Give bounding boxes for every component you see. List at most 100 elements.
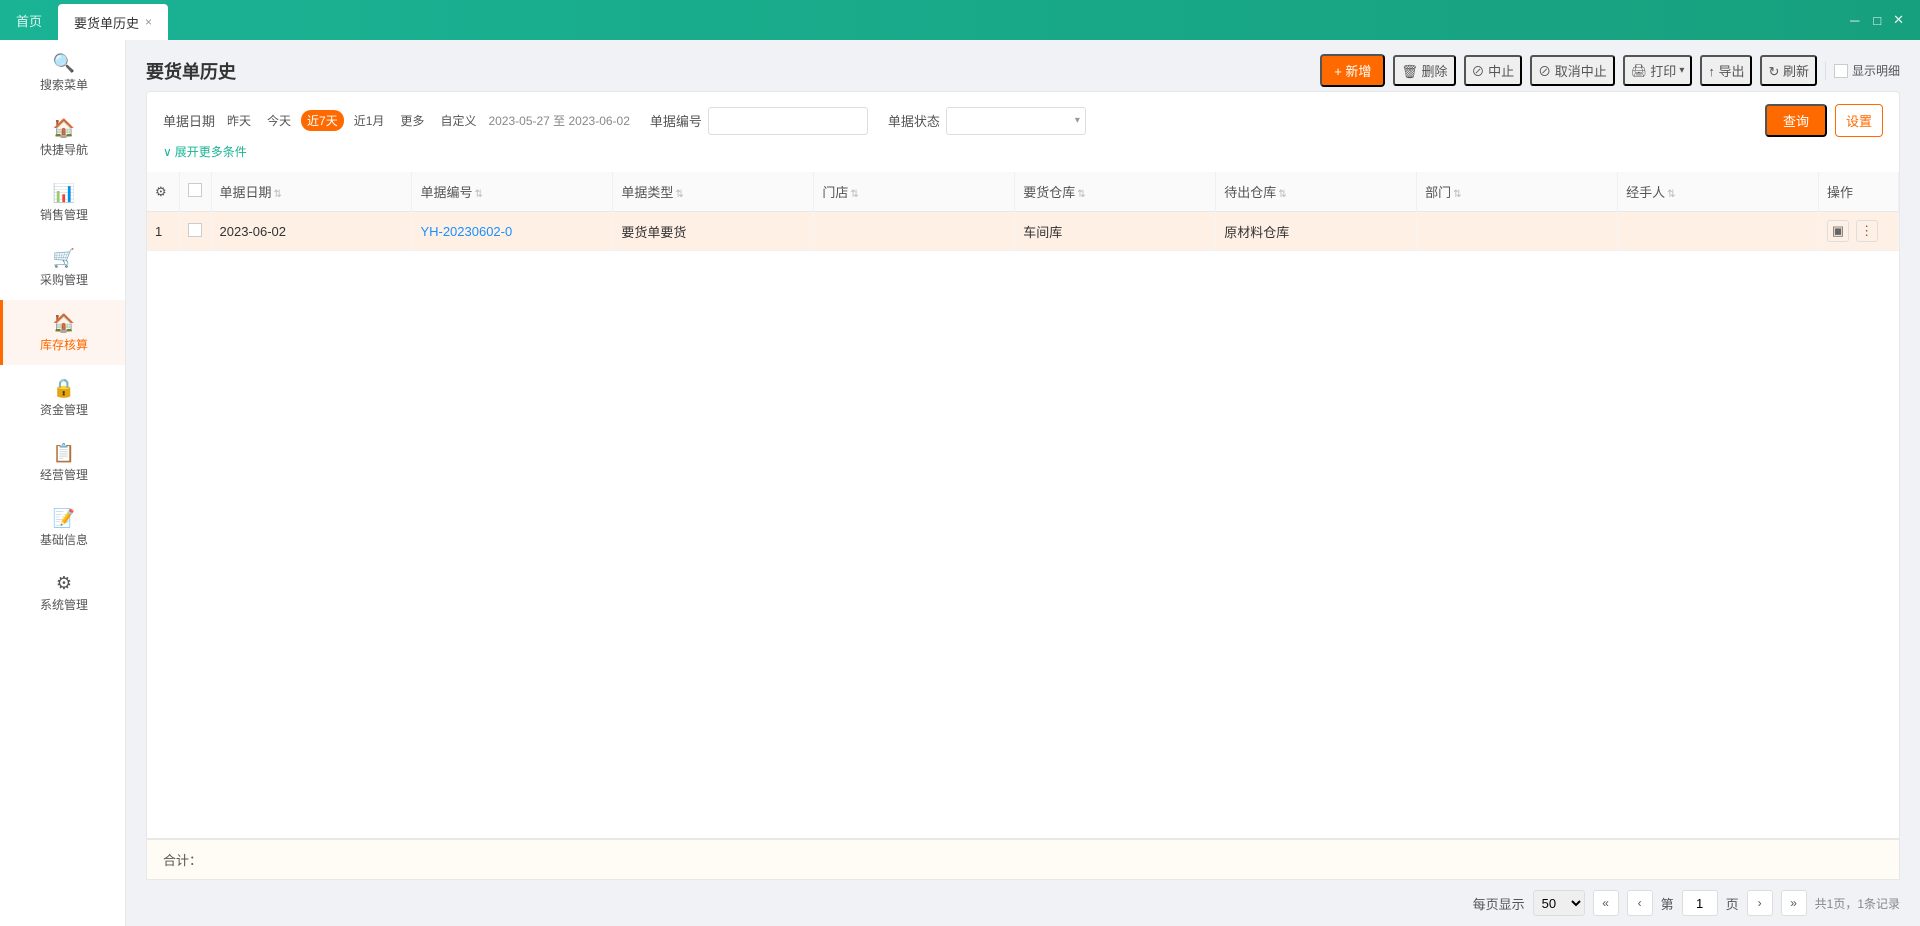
cancel-stop-button[interactable]: ⊘ 取消中止 — [1530, 55, 1615, 86]
display-detail-toggle[interactable]: 显示明细 — [1834, 62, 1900, 79]
col-order-no[interactable]: 单据编号⇅ — [412, 172, 613, 212]
date-btn-1month[interactable]: 近1月 — [348, 110, 391, 131]
date-btn-yesterday[interactable]: 昨天 — [221, 110, 257, 131]
select-all-checkbox[interactable] — [188, 183, 202, 197]
order-no-label: 单据编号 — [650, 111, 702, 130]
row-view-btn[interactable]: ▣ — [1827, 220, 1849, 242]
page-size-select[interactable]: 50 10 20 100 — [1533, 890, 1585, 916]
sidebar-item-inventory[interactable]: 🏠 库存核算 — [0, 300, 125, 365]
inventory-icon: 🏠 — [53, 314, 75, 332]
maximize-btn[interactable]: □ — [1873, 13, 1881, 28]
main-layout: 🔍 搜索菜单 🏠 快捷导航 📊 销售管理 🛒 采购管理 🏠 库存核算 🔒 资金管… — [0, 40, 1920, 926]
print-icon: 🖨 — [1631, 63, 1648, 79]
row-order-no: YH-20230602-0 — [412, 212, 613, 251]
table-container: ⚙ 单据日期⇅ 单据编号⇅ 单据类型⇅ 门店⇅ 要货仓库⇅ 待出仓库⇅ 部门⇅ … — [146, 172, 1900, 839]
sidebar-item-ops-mgmt[interactable]: 📋 经营管理 — [0, 430, 125, 495]
table-summary: 合计： — [146, 839, 1900, 880]
col-handler[interactable]: 经手人⇅ — [1618, 172, 1819, 212]
export-button[interactable]: ↑ 导出 — [1700, 55, 1752, 86]
page-number-input[interactable] — [1682, 890, 1718, 916]
minimize-btn[interactable]: － — [1848, 11, 1861, 30]
ops-icon: 📋 — [53, 444, 75, 462]
sidebar-item-quick-nav[interactable]: 🏠 快捷导航 — [0, 105, 125, 170]
delete-button[interactable]: 🗑 删除 — [1393, 55, 1455, 86]
col-checkbox[interactable] — [179, 172, 211, 212]
row-checkbox-cell[interactable] — [179, 212, 211, 251]
sidebar-item-sales-mgmt[interactable]: 📊 销售管理 — [0, 170, 125, 235]
col-order-type[interactable]: 单据类型⇅ — [613, 172, 814, 212]
refresh-button[interactable]: ↻ 刷新 — [1760, 55, 1817, 86]
date-btn-custom[interactable]: 自定义 — [434, 110, 482, 131]
col-dept[interactable]: 部门⇅ — [1417, 172, 1618, 212]
sidebar-item-basic-info[interactable]: 📝 基础信息 — [0, 495, 125, 560]
expand-more-btn[interactable]: ∨ 展开更多条件 — [163, 137, 1883, 160]
tab-home[interactable]: 首页 — [0, 0, 58, 40]
search-menu-icon: 🔍 — [53, 54, 75, 72]
display-detail-checkbox[interactable] — [1834, 64, 1848, 78]
sort-pendwh-icon: ⇅ — [1278, 189, 1286, 200]
row-order-type: 要货单要货 — [613, 212, 814, 251]
date-range-display: 2023-05-27 至 2023-06-02 — [488, 112, 629, 129]
row-pend-warehouse: 原材料仓库 — [1216, 212, 1417, 251]
asset-icon: 🔒 — [53, 379, 75, 397]
per-page-label: 每页显示 — [1473, 894, 1525, 913]
sidebar-sys-label: 系统管理 — [40, 596, 88, 613]
settings-button[interactable]: 设置 — [1835, 104, 1883, 137]
table-settings-icon[interactable]: ⚙ — [155, 184, 167, 199]
query-button[interactable]: 查询 — [1765, 104, 1827, 137]
last-page-btn[interactable]: » — [1781, 890, 1807, 916]
order-status-filter-group: 单据状态 ▾ — [888, 107, 1086, 135]
print-button[interactable]: 🖨 打印 ▾ — [1623, 55, 1693, 86]
date-filter-label: 单据日期 — [163, 111, 215, 130]
order-status-select[interactable] — [946, 107, 1086, 135]
sidebar-inventory-label: 库存核算 — [40, 336, 88, 353]
col-settings[interactable]: ⚙ — [147, 172, 179, 212]
sidebar-purchase-label: 采购管理 — [40, 271, 88, 288]
sidebar-search-menu-label: 搜索菜单 — [40, 76, 88, 93]
sidebar-sales-label: 销售管理 — [40, 206, 88, 223]
row-dept — [1417, 212, 1618, 251]
display-detail-label: 显示明细 — [1852, 62, 1900, 79]
close-tab-icon[interactable]: × — [145, 15, 152, 29]
row-more-btn[interactable]: ⋮ — [1856, 220, 1878, 242]
col-store[interactable]: 门店⇅ — [814, 172, 1015, 212]
order-status-select-wrapper: ▾ — [946, 107, 1086, 135]
filter-bar: 单据日期 昨天 今天 近7天 近1月 更多 自定义 2023-05-27 至 2… — [146, 91, 1900, 172]
date-filter-group: 单据日期 昨天 今天 近7天 近1月 更多 自定义 2023-05-27 至 2… — [163, 110, 630, 131]
first-page-btn[interactable]: « — [1593, 890, 1619, 916]
row-req-warehouse: 车间库 — [1015, 212, 1216, 251]
table-body: 1 2023-06-02 YH-20230602-0 要货单要货 车间库 原材料… — [147, 212, 1899, 251]
col-req-warehouse[interactable]: 要货仓库⇅ — [1015, 172, 1216, 212]
row-num: 1 — [147, 212, 179, 251]
content-area: 要货单历史 + 新增 🗑 删除 ⊘ 中止 ⊘ 取消中止 🖨 打印 ▾ ↑ 导出 … — [126, 40, 1920, 926]
order-no-link[interactable]: YH-20230602-0 — [420, 224, 512, 239]
print-dropdown-icon: ▾ — [1679, 65, 1684, 76]
sidebar-item-asset-mgmt[interactable]: 🔒 资金管理 — [0, 365, 125, 430]
sidebar-basic-label: 基础信息 — [40, 531, 88, 548]
sort-reqwh-icon: ⇅ — [1077, 189, 1085, 200]
date-btn-7days[interactable]: 近7天 — [301, 110, 344, 131]
sales-icon: 📊 — [53, 184, 75, 202]
sidebar-item-search-menu[interactable]: 🔍 搜索菜单 — [0, 40, 125, 105]
stop-button[interactable]: ⊘ 中止 — [1464, 55, 1523, 86]
date-btn-more[interactable]: 更多 — [394, 110, 430, 131]
toolbar: + 新增 🗑 删除 ⊘ 中止 ⊘ 取消中止 🖨 打印 ▾ ↑ 导出 ↻ 刷新 显… — [1320, 54, 1900, 87]
sidebar: 🔍 搜索菜单 🏠 快捷导航 📊 销售管理 🛒 采购管理 🏠 库存核算 🔒 资金管… — [0, 40, 126, 926]
data-table: ⚙ 单据日期⇅ 单据编号⇅ 单据类型⇅ 门店⇅ 要货仓库⇅ 待出仓库⇅ 部门⇅ … — [147, 172, 1899, 251]
row-checkbox[interactable] — [188, 223, 202, 237]
col-pend-warehouse[interactable]: 待出仓库⇅ — [1216, 172, 1417, 212]
order-no-input[interactable] — [708, 107, 868, 135]
sidebar-item-purchase-mgmt[interactable]: 🛒 采购管理 — [0, 235, 125, 300]
date-btn-today[interactable]: 今天 — [261, 110, 297, 131]
row-handler — [1618, 212, 1819, 251]
toolbar-separator — [1825, 62, 1826, 80]
row-date: 2023-06-02 — [211, 212, 412, 251]
next-page-btn[interactable]: › — [1747, 890, 1773, 916]
col-date[interactable]: 单据日期⇅ — [211, 172, 412, 212]
tab-order-history-label: 要货单历史 — [74, 13, 139, 32]
tab-order-history[interactable]: 要货单历史 × — [58, 4, 168, 40]
sidebar-item-sys-mgmt[interactable]: ⚙ 系统管理 — [0, 560, 125, 625]
close-btn[interactable]: ✕ — [1893, 12, 1904, 28]
add-button[interactable]: + 新增 — [1320, 54, 1385, 87]
prev-page-btn[interactable]: ‹ — [1627, 890, 1653, 916]
